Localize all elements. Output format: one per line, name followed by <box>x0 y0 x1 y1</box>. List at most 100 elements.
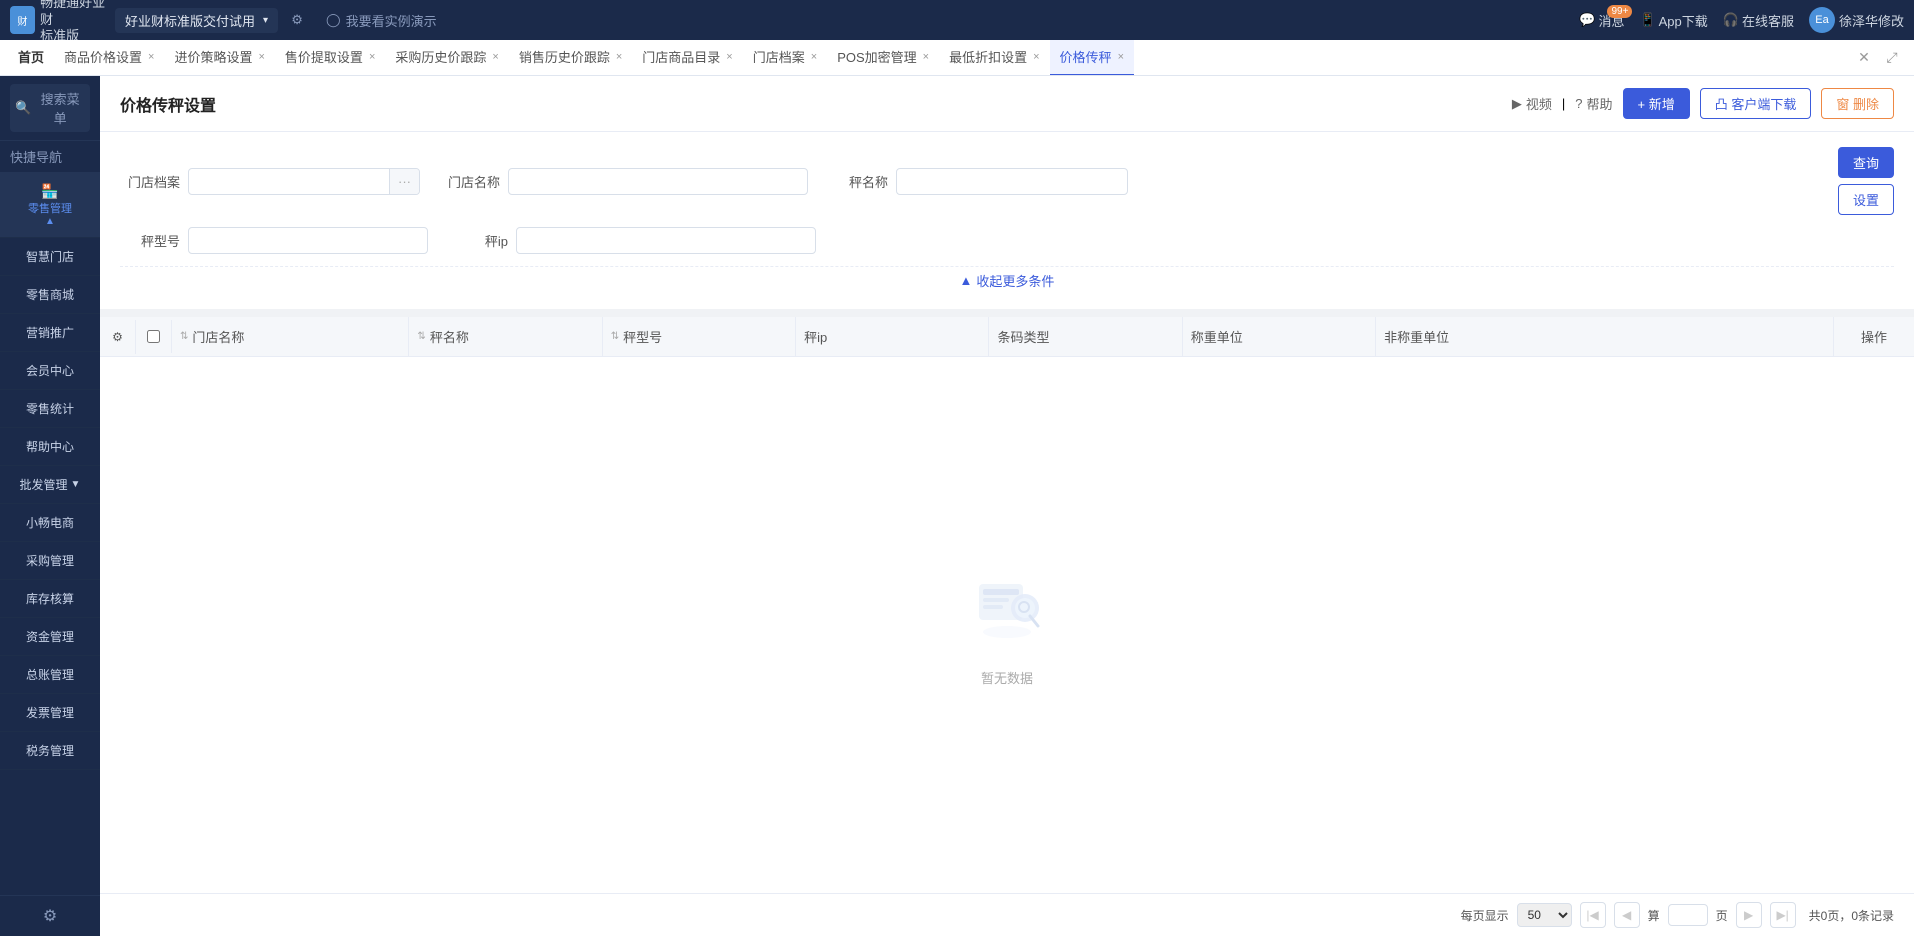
scale-ip-label: 秤ip <box>448 231 508 250</box>
page-end-label: 页 <box>1716 907 1728 924</box>
sidebar-item-wholesale[interactable]: 批发管理 ▼ <box>0 466 100 504</box>
demo-circle-icon: ◯ <box>326 12 341 28</box>
collapse-button[interactable]: ▲ 收起更多条件 <box>960 271 1055 290</box>
scale-model-input[interactable] <box>188 227 428 254</box>
add-button[interactable]: + 新增 <box>1623 88 1690 119</box>
store-name-field: 门店名称 <box>440 168 808 195</box>
sort-icon[interactable]: ⇅ <box>611 331 619 342</box>
tab-sale-price[interactable]: 售价提取设置 × <box>275 40 385 76</box>
empty-state: 暂无数据 <box>100 357 1914 893</box>
download-client-button[interactable]: 凸 客户端下载 <box>1700 88 1812 119</box>
th-gear[interactable]: ⚙ <box>100 320 136 354</box>
sidebar-item-marketing[interactable]: 营销推广 <box>0 314 100 352</box>
sidebar-item-retail-mall[interactable]: 零售商城 <box>0 276 100 314</box>
tab-purchase-history[interactable]: 采购历史价跟踪 × <box>385 40 508 76</box>
per-page-select[interactable]: 50 20 100 <box>1517 903 1572 927</box>
sidebar-search-area: 🔍 搜索菜单 <box>0 76 100 141</box>
close-all-tabs-button[interactable]: ✕ <box>1850 44 1878 72</box>
app-logo: 财 畅捷通好业财 标准版 <box>10 0 110 45</box>
tab-store-catalog[interactable]: 门店商品目录 × <box>632 40 742 76</box>
first-page-button[interactable]: |◀ <box>1580 902 1606 928</box>
main-layout: 🔍 搜索菜单 快捷导航 🏪 零售管理 ▲ 智慧门店 零售商城 营销推广 会员中心… <box>0 76 1914 936</box>
video-link[interactable]: ▶ 视频 <box>1512 94 1552 113</box>
message-button[interactable]: 💬 消息 99+ <box>1579 11 1624 30</box>
sidebar-item-smart-store[interactable]: 智慧门店 <box>0 238 100 276</box>
arrow-icon: ▲ <box>45 216 55 227</box>
close-icon[interactable]: × <box>616 51 622 63</box>
sidebar-item-help-center[interactable]: 帮助中心 <box>0 428 100 466</box>
sidebar-item-ecommerce[interactable]: 小畅电商 <box>0 504 100 542</box>
search-row-1: 门店档案 ··· 门店名称 秤名称 查询 <box>120 147 1894 215</box>
prev-page-button[interactable]: ◀ <box>1614 902 1640 928</box>
logo-text: 畅捷通好业财 标准版 <box>40 0 110 45</box>
sidebar-item-purchase[interactable]: 采购管理 <box>0 542 100 580</box>
last-page-button[interactable]: ▶| <box>1770 902 1796 928</box>
tab-pos-management[interactable]: POS加密管理 × <box>827 40 939 76</box>
store-archive-field: 门店档案 ··· <box>120 168 420 195</box>
sidebar-item-retail-stats[interactable]: 零售统计 <box>0 390 100 428</box>
search-menu-button[interactable]: 🔍 搜索菜单 <box>10 84 90 132</box>
chevron-down-icon: ▾ <box>263 15 268 26</box>
nav-tabs-actions: ✕ ⤢ <box>1850 44 1906 72</box>
sidebar-item-tax[interactable]: 税务管理 <box>0 732 100 770</box>
scale-name-input[interactable] <box>896 168 1128 195</box>
th-barcode-type: 条码类型 <box>989 317 1182 356</box>
sort-icon[interactable]: ⇅ <box>417 331 425 342</box>
close-icon[interactable]: × <box>148 51 154 63</box>
sidebar-bottom: ⚙ <box>0 895 100 936</box>
top-bar: 财 畅捷通好业财 标准版 好业财标准版交付试用 ▾ ⚙ ◯ 我要看实例演示 💬 … <box>0 0 1914 40</box>
close-icon[interactable]: × <box>923 51 929 63</box>
close-icon[interactable]: × <box>1033 51 1039 63</box>
close-icon[interactable]: × <box>258 51 264 63</box>
pagination-bar: 每页显示 50 20 100 |◀ ◀ 算 1 页 ▶ ▶| 共0页，0条记录 <box>100 893 1914 936</box>
sidebar-item-retail-management[interactable]: 🏪 零售管理 ▲ <box>0 173 100 238</box>
store-name-input[interactable] <box>508 168 808 195</box>
settings-gear-icon[interactable]: ⚙ <box>283 6 311 34</box>
sidebar-item-general-ledger[interactable]: 总账管理 <box>0 656 100 694</box>
tab-min-discount[interactable]: 最低折扣设置 × <box>939 40 1049 76</box>
nav-tabs-bar: 首页 商品价格设置 × 进价策略设置 × 售价提取设置 × 采购历史价跟踪 × … <box>0 40 1914 76</box>
tab-store-archive[interactable]: 门店档案 × <box>743 40 827 76</box>
help-link[interactable]: ? 帮助 <box>1575 94 1612 113</box>
close-icon[interactable]: × <box>492 51 498 63</box>
set-button[interactable]: 设置 <box>1838 184 1894 215</box>
close-icon[interactable]: × <box>369 51 375 63</box>
sidebar-item-member-center[interactable]: 会员中心 <box>0 352 100 390</box>
th-checkbox[interactable] <box>136 320 172 353</box>
sidebar-item-finance[interactable]: 资金管理 <box>0 618 100 656</box>
tab-sales-history[interactable]: 销售历史价跟踪 × <box>509 40 632 76</box>
more-icon[interactable]: ··· <box>389 169 419 194</box>
page-title: 价格传秤设置 <box>120 92 216 116</box>
close-icon[interactable]: × <box>726 51 732 63</box>
online-service-button[interactable]: 🎧 在线客服 <box>1723 11 1794 30</box>
message-icon: 💬 <box>1579 12 1595 28</box>
sidebar-quick-nav[interactable]: 快捷导航 <box>0 141 100 173</box>
search-row-2: 秤型号 秤ip <box>120 227 1894 254</box>
tab-home[interactable]: 首页 <box>8 40 54 76</box>
tab-price-scale[interactable]: 价格传秤 × <box>1050 40 1134 76</box>
close-icon[interactable]: × <box>811 51 817 63</box>
select-all-checkbox[interactable] <box>147 330 160 343</box>
expand-tabs-button[interactable]: ⤢ <box>1878 44 1906 72</box>
next-page-button[interactable]: ▶ <box>1736 902 1762 928</box>
sidebar-item-inventory[interactable]: 库存核算 <box>0 580 100 618</box>
page-input[interactable]: 1 <box>1668 904 1708 926</box>
delete-button[interactable]: 窗 删除 <box>1821 88 1894 119</box>
query-button[interactable]: 查询 <box>1838 147 1894 178</box>
tab-purchase-strategy[interactable]: 进价策略设置 × <box>164 40 274 76</box>
sidebar-settings-gear-icon[interactable]: ⚙ <box>43 906 57 926</box>
tab-price-settings[interactable]: 商品价格设置 × <box>54 40 164 76</box>
store-archive-input[interactable] <box>189 169 389 194</box>
version-selector[interactable]: 好业财标准版交付试用 ▾ <box>115 8 278 33</box>
user-profile[interactable]: Ea 徐泽华修改 <box>1809 7 1904 33</box>
sidebar-item-invoice[interactable]: 发票管理 <box>0 694 100 732</box>
sort-icon[interactable]: ⇅ <box>180 331 188 342</box>
scale-ip-input[interactable] <box>516 227 816 254</box>
th-weight-unit: 称重单位 <box>1183 317 1376 356</box>
message-badge: 99+ <box>1607 5 1632 18</box>
demo-link[interactable]: ◯ 我要看实例演示 <box>326 11 437 30</box>
close-icon[interactable]: × <box>1118 51 1124 63</box>
content-area: 价格传秤设置 ▶ 视频 | ? 帮助 + 新增 凸 客户端下载 窗 <box>100 76 1914 936</box>
app-download-button[interactable]: 📱 App下载 <box>1639 11 1707 30</box>
empty-text: 暂无数据 <box>981 668 1033 687</box>
